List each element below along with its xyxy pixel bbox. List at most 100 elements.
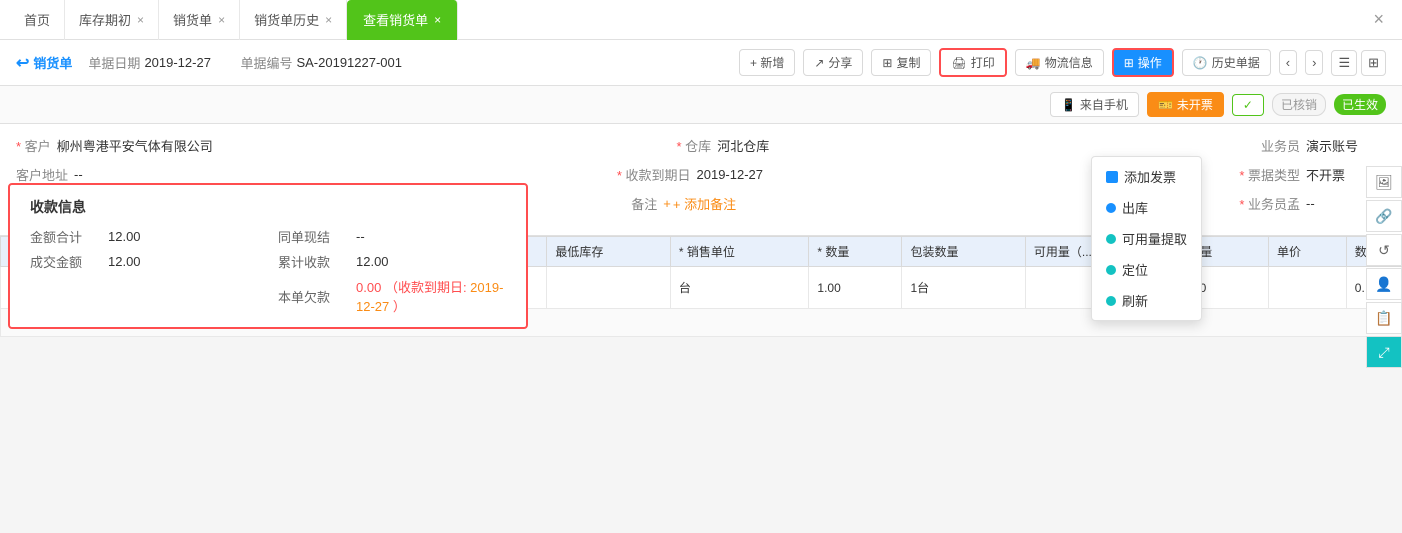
new-button[interactable]: + 新增 xyxy=(739,49,795,76)
warehouse-label: 仓库 xyxy=(677,136,712,155)
share-button[interactable]: ↗ 分享 xyxy=(803,49,863,76)
print-icon: 🖨 xyxy=(951,56,966,70)
doc-header: ↩ 销货单 单据日期 2019-12-27 单据编号 SA-20191227-0… xyxy=(0,40,1402,86)
col-unit: * 销售单位 xyxy=(670,237,809,267)
tab-home[interactable]: 首页 xyxy=(10,0,65,40)
cumulative-value: 12.00 xyxy=(356,254,389,269)
locate-item[interactable]: 定位 xyxy=(1092,254,1201,285)
print-button[interactable]: 🖨 打印 xyxy=(939,48,1006,77)
warehouse-field: 仓库 河北仓库 xyxy=(677,136,798,155)
row-min-stock xyxy=(547,267,670,309)
doc-actions: + 新增 ↗ 分享 ⊞ 复制 🖨 打印 🚚 物流信息 ⊞ 操作 🕐 历史单据 ‹… xyxy=(739,48,1386,77)
right-tool-link[interactable]: 🔗 xyxy=(1366,200,1402,232)
right-tool-return[interactable]: ↺ xyxy=(1366,234,1402,266)
col-pkg-qty: 包装数量 xyxy=(902,237,1025,267)
transaction-label: 成交金额 xyxy=(30,252,100,271)
address-label: 客户地址 xyxy=(16,165,68,184)
row-unit: 台 xyxy=(670,267,809,309)
list-view-button[interactable]: ☰ xyxy=(1331,50,1357,76)
operations-dropdown: 添加发票 出库 可用量提取 定位 刷新 xyxy=(1091,156,1202,321)
ticket-field: 票据类型 不开票 xyxy=(1239,165,1386,184)
col-qty: * 数量 xyxy=(809,237,902,267)
refresh-item[interactable]: 刷新 xyxy=(1092,285,1201,316)
ticket-icon: 🎫 xyxy=(1158,98,1173,112)
tab-sales-history-close[interactable]: × xyxy=(325,13,332,27)
copy-button[interactable]: ⊞ 复制 xyxy=(871,49,931,76)
mobile-icon: 📱 xyxy=(1061,98,1076,112)
staff-field: 业务员 演示账号 xyxy=(1261,136,1386,155)
outbound-item[interactable]: 出库 xyxy=(1092,192,1201,223)
tab-inventory[interactable]: 库存期初 × xyxy=(65,0,159,40)
history-button[interactable]: 🕐 历史单据 xyxy=(1182,49,1271,76)
doc-title-label: 销货单 xyxy=(33,53,72,72)
logistics-label: 物流信息 xyxy=(1045,54,1093,71)
transaction-value: 12.00 xyxy=(108,254,141,269)
grid-view-button[interactable]: ⊞ xyxy=(1361,50,1386,76)
plus-icon: + xyxy=(663,196,671,211)
total-label: 金额合计 xyxy=(30,227,100,246)
due-hint-end: ） xyxy=(393,299,406,314)
share-label: 分享 xyxy=(828,54,852,71)
prev-button[interactable]: ‹ xyxy=(1279,50,1297,75)
window-close-button[interactable]: × xyxy=(1365,9,1392,30)
locate-label: 定位 xyxy=(1122,260,1148,279)
operations-button[interactable]: ⊞ 操作 xyxy=(1112,48,1174,77)
note-field: 备注 + + 添加备注 xyxy=(631,194,736,213)
same-order-label: 同单现结 xyxy=(278,227,348,246)
add-invoice-item[interactable]: 添加发票 xyxy=(1092,161,1201,192)
status-bar: 📱 来自手机 🎫 未开票 ✓ 已核销 已生效 xyxy=(0,86,1402,124)
tab-view-sales[interactable]: 查看销货单 × xyxy=(347,0,458,40)
logistics-button[interactable]: 🚚 物流信息 xyxy=(1015,49,1104,76)
doc-no-label: 单据编号 xyxy=(240,53,292,72)
right-tool-user[interactable]: 👤 xyxy=(1366,268,1402,300)
address-field: 客户地址 -- xyxy=(16,165,154,184)
payment-grid: 金额合计 12.00 同单现结 -- 成交金额 12.00 累计收款 12.00… xyxy=(30,227,506,315)
from-mobile-button[interactable]: 📱 来自手机 xyxy=(1050,92,1139,117)
sales-mgr-label: 业务员孟 xyxy=(1239,194,1300,213)
staff-value: 演示账号 xyxy=(1306,136,1386,155)
doc-title-section: ↩ 销货单 xyxy=(16,53,72,73)
take-available-item[interactable]: 可用量提取 xyxy=(1092,223,1201,254)
doc-date-label: 单据日期 xyxy=(88,53,140,72)
col-min-stock: 最低库存 xyxy=(547,237,670,267)
print-label: 打印 xyxy=(971,54,995,71)
add-invoice-label: 添加发票 xyxy=(1124,167,1176,186)
copy-icon: ⊞ xyxy=(882,56,892,70)
row-price xyxy=(1268,267,1346,309)
payment-title: 收款信息 xyxy=(30,197,506,217)
staff-label: 业务员 xyxy=(1261,136,1300,155)
take-icon xyxy=(1106,234,1116,244)
balance-row: 本单欠款 0.00 （收款到期日: 2019-12-27 ） xyxy=(278,277,506,315)
same-order-row: 同单现结 -- xyxy=(278,227,506,246)
tab-sales[interactable]: 销货单 × xyxy=(159,0,240,40)
right-tool-clipboard[interactable]: 📋 xyxy=(1366,302,1402,334)
tab-sales-label: 销货单 xyxy=(173,10,212,29)
tab-view-sales-label: 查看销货单 xyxy=(363,10,428,29)
next-button[interactable]: › xyxy=(1305,50,1323,75)
operations-label: 操作 xyxy=(1138,54,1162,71)
tab-sales-history[interactable]: 销货单历史 × xyxy=(240,0,347,40)
customer-label: 客户 xyxy=(16,136,51,155)
form-row-1: 客户 柳州粤港平安气体有限公司 仓库 河北仓库 业务员 演示账号 xyxy=(16,136,1386,155)
tab-inventory-close[interactable]: × xyxy=(137,13,144,27)
add-note-button[interactable]: + + 添加备注 xyxy=(663,194,736,213)
from-mobile-label: 来自手机 xyxy=(1080,96,1128,113)
share-icon: ↗ xyxy=(814,56,824,70)
payment-info-box: 收款信息 金额合计 12.00 同单现结 -- 成交金额 12.00 累计收款 … xyxy=(8,183,528,329)
customer-field: 客户 柳州粤港平安气体有限公司 xyxy=(16,136,213,155)
right-tool-image[interactable]: 🖼 xyxy=(1366,166,1402,198)
check-button[interactable]: ✓ xyxy=(1232,94,1264,116)
truck-icon: 🚚 xyxy=(1026,56,1041,70)
tab-view-sales-close[interactable]: × xyxy=(434,13,441,27)
right-tool-expand[interactable]: ⤢ xyxy=(1366,336,1402,368)
due-date-field: 收款到期日 2019-12-27 xyxy=(617,165,777,184)
sales-mgr-field: 业务员孟 -- xyxy=(1239,194,1386,213)
doc-date-value: 2019-12-27 xyxy=(144,55,224,70)
due-date-value: 2019-12-27 xyxy=(697,167,777,182)
customer-value: 柳州粤港平安气体有限公司 xyxy=(57,136,213,155)
not-open-button[interactable]: 🎫 未开票 xyxy=(1147,92,1224,117)
warehouse-value: 河北仓库 xyxy=(717,136,797,155)
tab-sales-close[interactable]: × xyxy=(218,13,225,27)
main-content: 📱 来自手机 🎫 未开票 ✓ 已核销 已生效 客户 柳州粤港平安气体有限公司 仓… xyxy=(0,86,1402,337)
tab-bar: 首页 库存期初 × 销货单 × 销货单历史 × 查看销货单 × × xyxy=(0,0,1402,40)
